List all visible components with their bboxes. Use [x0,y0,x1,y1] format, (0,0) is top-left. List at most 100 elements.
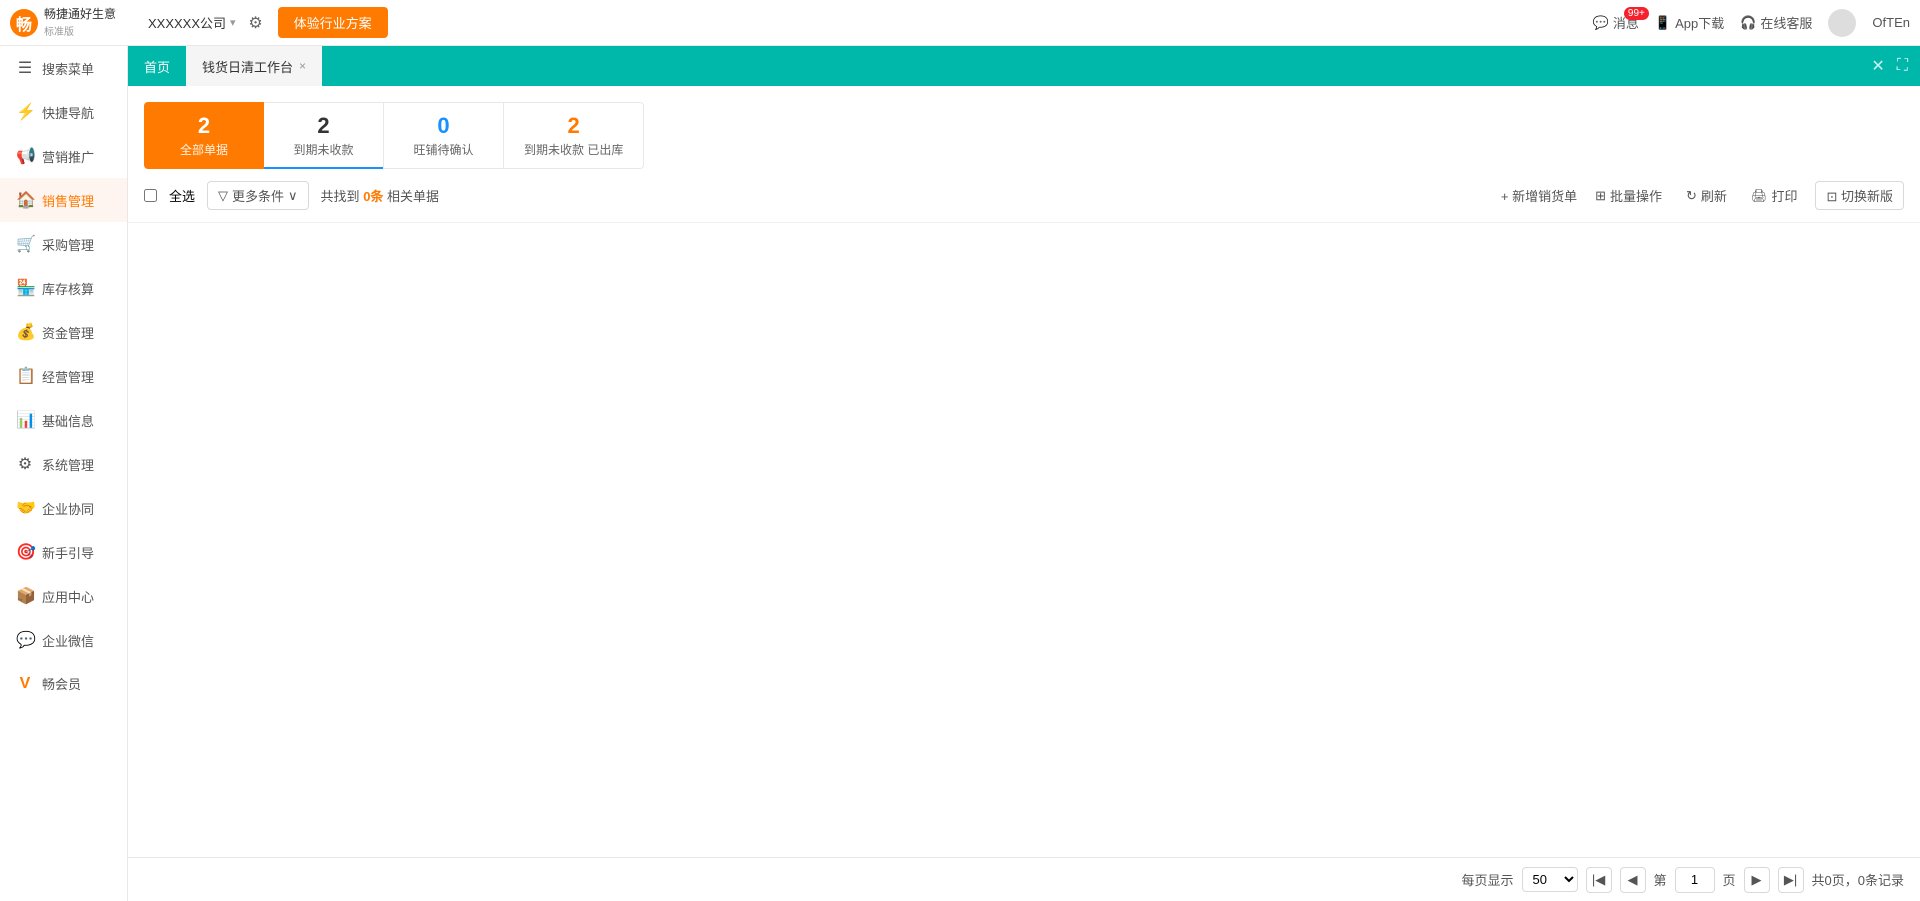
sidebar-item-label: 采购管理 [42,235,94,254]
sidebar-item-label: 企业协同 [42,499,94,518]
stat-number-overdue-out: 2 [524,113,623,139]
print-icon: 🖨 [1751,188,1768,204]
logo-line1: 畅捷通好生意 [44,7,116,23]
logo-area: 畅 畅捷通好生意 标准版 [10,7,138,38]
sidebar-item-system-mgmt[interactable]: ⚙ 系统管理 [0,442,127,486]
stat-number-overdue: 2 [284,113,363,139]
table-area [128,223,1920,723]
stat-label-overdue: 到期未收款 [284,141,363,158]
sidebar-item-label: 应用中心 [42,587,94,606]
sidebar-item-sales-mgmt[interactable]: 🏠 销售管理 [0,178,127,222]
sidebar-item-basic-info[interactable]: 📊 基础信息 [0,398,127,442]
switch-icon: ⊡ [1826,189,1837,204]
message-item[interactable]: 💬 消息 99+ [1593,13,1639,32]
refresh-label: 刷新 [1701,186,1727,205]
stat-number-all: 2 [165,113,243,139]
pagination-bar: 每页显示 50 100 200 |◀ ◀ 第 页 ▶ ▶| 共0页，0条记录 [128,857,1920,901]
tab-minimize-button[interactable]: ✕ [1867,52,1888,80]
sidebar-item-label: 经营管理 [42,367,94,386]
stat-label-overdue-out: 到期未收款 已出库 [524,141,623,158]
sidebar-item-search-menu[interactable]: ☰ 搜索菜单 [0,46,127,90]
tab-active[interactable]: 钱货日清工作台 × [186,46,322,86]
content-area: 2 全部单据 2 到期未收款 0 旺铺待确认 2 到期未收款 已出库 全选 ▽ [128,86,1920,901]
page-label: 第 [1654,870,1667,889]
tab-active-label: 钱货日清工作台 [202,57,293,76]
sidebar-item-purchase-mgmt[interactable]: 🛒 采购管理 [0,222,127,266]
batch-operation-button[interactable]: ⊞ 批量操作 [1589,182,1668,209]
tab-close-icon[interactable]: × [299,59,306,73]
sidebar-item-enterprise[interactable]: 🤝 企业协同 [0,486,127,530]
next-page-button[interactable]: ▶ [1744,867,1770,893]
toolbar-right: + 新增销货单 ⊞ 批量操作 ↻ 刷新 🖨 打印 ⊡ 切换新版 [1501,181,1904,210]
toolbar: 全选 ▽ 更多条件 ∨ 共找到 0条 相关单据 + 新增销货单 ⊞ 批量操作 [128,169,1920,223]
company-selector[interactable]: XXXXXX公司 ▾ [148,13,236,32]
sidebar-item-guide[interactable]: 🎯 新手引导 [0,530,127,574]
message-icon: 💬 [1593,15,1609,31]
basic-info-icon: 📊 [16,410,34,430]
top-header: 畅 畅捷通好生意 标准版 XXXXXX公司 ▾ ⚙ 体验行业方案 💬 消息 99… [0,0,1920,46]
sidebar-item-label: 畅会员 [42,674,81,693]
message-badge: 99+ [1624,7,1649,20]
tab-maximize-button[interactable]: ⛶ [1893,53,1912,79]
stat-tab-overdue[interactable]: 2 到期未收款 [264,102,384,169]
trial-button[interactable]: 体验行业方案 [278,7,388,38]
inventory-icon: 🏪 [16,278,34,298]
sidebar-item-label: 企业微信 [42,631,94,650]
online-service-label: 在线客服 [1760,13,1812,32]
company-name: XXXXXX公司 [148,13,226,32]
sidebar-item-label: 营销推广 [42,147,94,166]
sidebar-item-wechat[interactable]: 💬 企业微信 [0,618,127,662]
select-all-label: 全选 [169,186,195,205]
sidebar-item-label: 基础信息 [42,411,94,430]
batch-label: 批量操作 [1610,186,1662,205]
chevron-down-icon: ∨ [288,188,298,204]
sidebar-item-vip[interactable]: V 畅会员 [0,662,127,705]
online-service-item[interactable]: 🎧 在线客服 [1740,13,1812,32]
operations-icon: 📋 [16,366,34,386]
first-page-button[interactable]: |◀ [1586,867,1612,893]
prev-page-button[interactable]: ◀ [1620,867,1646,893]
sidebar-item-label: 系统管理 [42,455,94,474]
sidebar-item-quick-nav[interactable]: ⚡ 快捷导航 [0,90,127,134]
stat-label-pending: 旺铺待确认 [404,141,483,158]
stat-tab-pending[interactable]: 0 旺铺待确认 [384,102,504,169]
tab-home[interactable]: 首页 [128,46,186,86]
headset-icon: 🎧 [1740,15,1756,31]
marketing-icon: 📢 [16,146,34,166]
page-input[interactable] [1675,867,1715,893]
print-label: 打印 [1771,186,1797,205]
filter-button[interactable]: ▽ 更多条件 ∨ [207,181,309,210]
header-right: 💬 消息 99+ 📱 App下载 🎧 在线客服 OfTEn [1593,9,1910,37]
sidebar-item-app-center[interactable]: 📦 应用中心 [0,574,127,618]
sidebar-item-label: 库存核算 [42,279,94,298]
batch-icon: ⊞ [1595,188,1606,204]
add-sales-order-button[interactable]: + 新增销货单 [1501,186,1577,205]
app-download-item[interactable]: 📱 App下载 [1655,13,1724,32]
sidebar-item-finance[interactable]: 💰 资金管理 [0,310,127,354]
sidebar-item-inventory[interactable]: 🏪 库存核算 [0,266,127,310]
refresh-button[interactable]: ↻ 刷新 [1680,182,1733,209]
stat-label-all: 全部单据 [165,141,243,158]
stat-tab-overdue-out[interactable]: 2 到期未收款 已出库 [504,102,644,169]
app-download-label: App下载 [1675,13,1724,32]
enterprise-icon: 🤝 [16,498,34,518]
avatar[interactable] [1828,9,1856,37]
total-label: 共0页，0条记录 [1812,870,1904,889]
switch-version-button[interactable]: ⊡ 切换新版 [1815,181,1904,210]
sidebar-item-label: 新手引导 [42,543,94,562]
select-all-checkbox[interactable] [144,189,157,202]
tab-home-label: 首页 [144,57,170,76]
app-center-icon: 📦 [16,586,34,606]
sidebar-item-operations[interactable]: 📋 经营管理 [0,354,127,398]
stat-tab-all[interactable]: 2 全部单据 [144,102,264,169]
sidebar-item-marketing[interactable]: 📢 营销推广 [0,134,127,178]
quick-nav-icon: ⚡ [16,102,34,122]
per-page-select[interactable]: 50 100 200 [1522,867,1578,892]
tab-bar: 首页 钱货日清工作台 × ✕ ⛶ [128,46,1920,86]
add-label: + 新增销货单 [1501,186,1577,205]
last-page-button[interactable]: ▶| [1778,867,1804,893]
settings-button[interactable]: ⚙ [242,9,270,37]
print-button[interactable]: 🖨 打印 [1745,182,1804,209]
filter-icon: ▽ [218,188,228,204]
wechat-icon: 💬 [16,630,34,650]
